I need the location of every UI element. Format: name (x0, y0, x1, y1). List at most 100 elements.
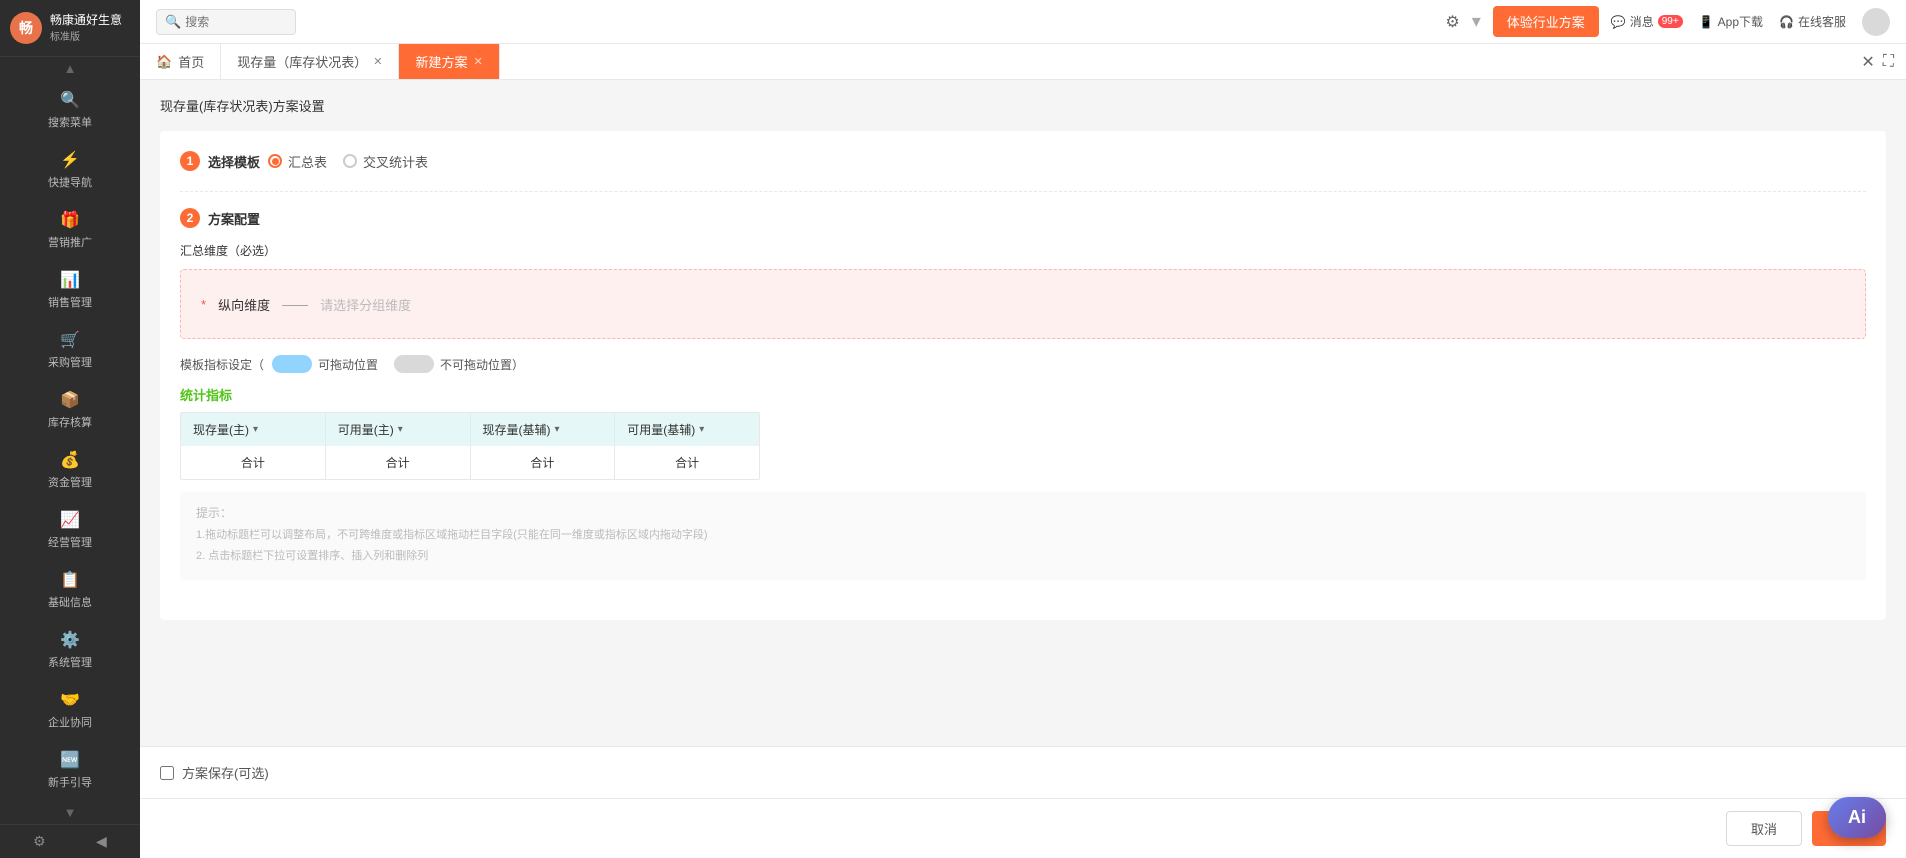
step2-number: 2 (180, 208, 200, 228)
sidebar-scroll-up[interactable]: ▲ (0, 57, 140, 80)
divider-1 (180, 191, 1866, 192)
chevron-down-icon[interactable]: ▾ (1472, 11, 1481, 32)
save-checkbox[interactable] (160, 766, 174, 780)
finance-icon: 💰 (60, 450, 80, 470)
toggle-not-draggable[interactable]: 不可拖动位置） (394, 355, 524, 373)
step1-section: 1 选择模板 汇总表 交叉统计表 (180, 151, 1866, 171)
settings-icon[interactable]: ⚙ (1445, 12, 1459, 32)
tab-inventory-status[interactable]: 现存量（库存状况表） ✕ (221, 44, 399, 79)
stats-col-4-header[interactable]: 可用量(基辅) ▾ (615, 413, 759, 446)
sidebar-logo: 畅 畅康通好生意 标准版 (0, 0, 140, 57)
radio-summary-table[interactable]: 汇总表 (268, 152, 327, 171)
app-download-button[interactable]: 📱 App下载 (1699, 13, 1763, 30)
stats-section: 统计指标 现存量(主) ▾ 可用量(主) ▾ (180, 385, 1866, 480)
sidebar-item-system[interactable]: ⚙️ 系统管理 (0, 620, 140, 680)
cancel-button[interactable]: 取消 (1726, 811, 1802, 846)
online-service-button[interactable]: 🎧 在线客服 (1779, 13, 1846, 30)
sidebar-item-marketing[interactable]: 🎁 营销推广 (0, 200, 140, 260)
toggle-draggable[interactable]: 可拖动位置 (272, 355, 378, 373)
sidebar-collapse-button[interactable]: ◀ (96, 833, 107, 850)
ai-bubble[interactable]: Ai (1828, 797, 1886, 838)
message-badge: 99+ (1658, 15, 1683, 28)
sidebar-item-inventory[interactable]: 📦 库存核算 (0, 380, 140, 440)
inventory-icon: 📦 (60, 390, 80, 410)
tabs-controls: ✕ ⛶ (1849, 52, 1906, 72)
toggle-not-draggable-box[interactable] (394, 355, 434, 373)
stats-table: 现存量(主) ▾ 可用量(主) ▾ 现存量(基辅) ▾ (180, 412, 760, 480)
app-logo-icon: 畅 (10, 12, 42, 44)
step1-number: 1 (180, 151, 200, 171)
purchase-icon: 🛒 (60, 330, 80, 350)
sidebar-item-basic-info[interactable]: 📋 基础信息 (0, 560, 140, 620)
stats-col-3-body: 合计 (471, 446, 616, 479)
search-icon: 🔍 (165, 14, 181, 30)
tab-new-plan[interactable]: 新建方案 ✕ (399, 44, 499, 79)
stats-col-3-header[interactable]: 现存量(基辅) ▾ (471, 413, 616, 446)
message-button[interactable]: 💬 消息 99+ (1611, 13, 1683, 30)
stats-col-1-header[interactable]: 现存量(主) ▾ (181, 413, 326, 446)
tab-close-inventory[interactable]: ✕ (373, 55, 382, 68)
step2-section: 2 方案配置 汇总维度（必选） * 纵向维度 —— 请选择分组维度 模板指标设定… (180, 208, 1866, 580)
sidebar-item-label: 搜索菜单 (48, 114, 92, 130)
sidebar-item-sales[interactable]: 📊 销售管理 (0, 260, 140, 320)
sidebar-item-label: 经营管理 (48, 534, 92, 550)
tab-home[interactable]: 🏠 首页 (140, 44, 221, 79)
chevron-down-icon: ▾ (253, 424, 258, 435)
chevron-down-icon: ▾ (699, 424, 704, 435)
radio-cross-circle (343, 154, 357, 168)
sidebar-item-quicknav[interactable]: ⚡ 快捷导航 (0, 140, 140, 200)
tab-close-newplan[interactable]: ✕ (473, 55, 482, 68)
topbar: 🔍 ⚙ ▾ 体验行业方案 💬 消息 99+ 📱 App下载 🎧 在线客服 (140, 0, 1906, 44)
user-avatar[interactable] (1862, 8, 1890, 36)
toggle-draggable-box[interactable] (272, 355, 312, 373)
stats-col-2-header[interactable]: 可用量(主) ▾ (326, 413, 471, 446)
radio-summary-circle (268, 154, 282, 168)
sidebar-scroll-down[interactable]: ▼ (0, 801, 140, 824)
sidebar-item-label: 资金管理 (48, 474, 92, 490)
sidebar-item-newbie[interactable]: 🆕 新手引导 (0, 740, 140, 800)
dimension-area[interactable]: * 纵向维度 —— 请选择分组维度 (180, 269, 1866, 339)
sidebar-item-label: 库存核算 (48, 414, 92, 430)
stats-header-row: 现存量(主) ▾ 可用量(主) ▾ 现存量(基辅) ▾ (181, 413, 759, 446)
chevron-down-icon: ▾ (398, 424, 403, 435)
radio-cross-table[interactable]: 交叉统计表 (343, 152, 428, 171)
basic-info-icon: 📋 (60, 570, 80, 590)
sidebar-item-purchase[interactable]: 🛒 采购管理 (0, 320, 140, 380)
sidebar-item-label: 快捷导航 (48, 174, 92, 190)
sidebar-item-label: 营销推广 (48, 234, 92, 250)
cooperation-icon: 🤝 (60, 690, 80, 710)
tip-2: 2. 点击标题栏下拉可设置排序、插入列和删除列 (196, 548, 1850, 565)
sidebar-item-label: 销售管理 (48, 294, 92, 310)
summary-dimension-label: 汇总维度（必选） (180, 242, 1866, 259)
dimension-field-label: 纵向维度 (218, 295, 270, 314)
sidebar-item-finance[interactable]: 💰 资金管理 (0, 440, 140, 500)
tab-fullscreen-button[interactable]: ⛶ (1883, 53, 1894, 71)
indicator-settings-label: 模板指标设定（ 可拖动位置 不可拖动位置） (180, 355, 1866, 373)
step2-header: 2 方案配置 (180, 208, 1866, 228)
settings-card: 1 选择模板 汇总表 交叉统计表 (160, 131, 1886, 620)
system-icon: ⚙️ (60, 630, 80, 650)
step1-title: 选择模板 (208, 152, 260, 171)
required-mark: * (201, 297, 206, 312)
sidebar-footer: ⚙ ◀ (0, 824, 140, 858)
tab-close-all-button[interactable]: ✕ (1861, 52, 1874, 72)
tip-1: 1.拖动标题栏可以调整布局，不可跨维度或指标区域拖动栏目字段(只能在同一维度或指… (196, 527, 1850, 544)
tips-section: 提示： 1.拖动标题栏可以调整布局，不可跨维度或指标区域拖动栏目字段(只能在同一… (180, 492, 1866, 580)
template-radio-group: 汇总表 交叉统计表 (268, 152, 428, 171)
stats-col-4-body: 合计 (615, 446, 759, 479)
search-box[interactable]: 🔍 (156, 9, 296, 35)
stats-label: 统计指标 (180, 385, 1866, 404)
sidebar: 畅 畅康通好生意 标准版 ▲ 🔍 搜索菜单 ⚡ 快捷导航 🎁 营销推广 📊 销售… (0, 0, 140, 858)
footer-actions: 取消 查询 (140, 798, 1906, 858)
phone-icon: 📱 (1699, 15, 1714, 29)
headset-icon: 🎧 (1779, 15, 1794, 29)
sidebar-settings-button[interactable]: ⚙ (33, 833, 46, 850)
search-input[interactable] (185, 15, 285, 29)
sidebar-item-cooperation[interactable]: 🤝 企业协同 (0, 680, 140, 740)
management-icon: 📈 (60, 510, 80, 530)
sidebar-item-management[interactable]: 📈 经营管理 (0, 500, 140, 560)
sidebar-item-label: 新手引导 (48, 774, 92, 790)
message-icon: 💬 (1611, 15, 1626, 29)
trial-button[interactable]: 体验行业方案 (1493, 6, 1599, 37)
sidebar-item-search[interactable]: 🔍 搜索菜单 (0, 80, 140, 140)
